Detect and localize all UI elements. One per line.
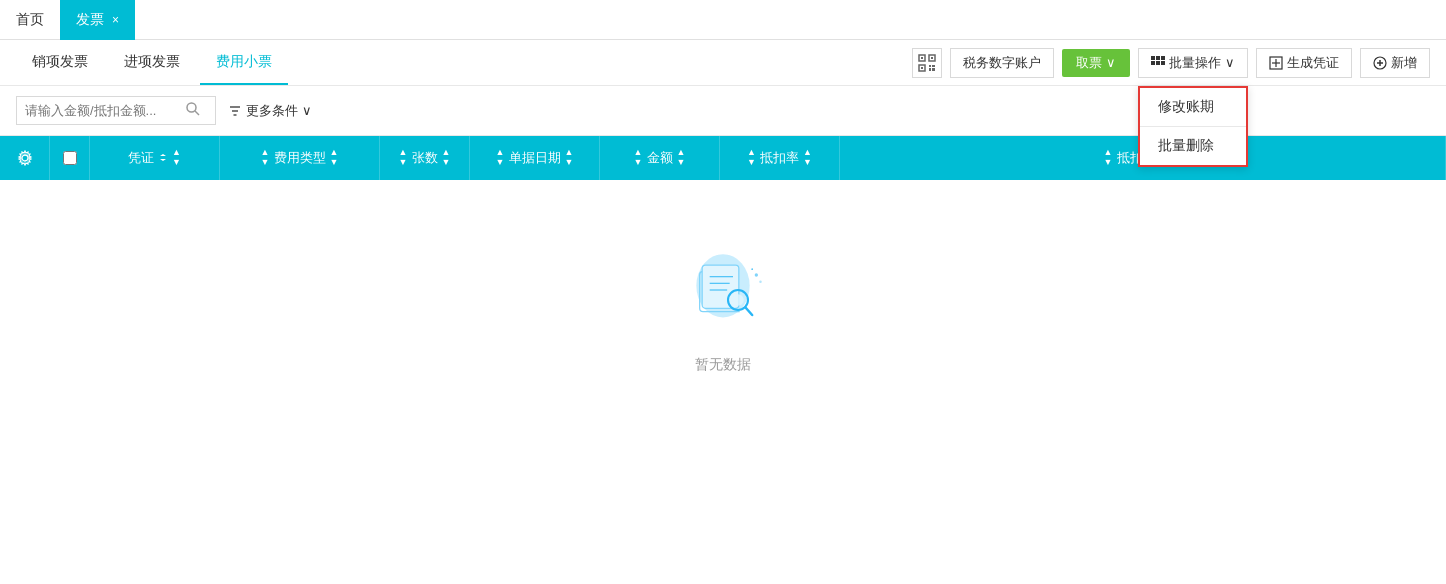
tax-account-button[interactable]: 税务数字账户 — [950, 48, 1054, 78]
svg-point-22 — [187, 103, 196, 112]
svg-rect-1 — [921, 57, 923, 59]
svg-rect-14 — [1156, 61, 1160, 65]
batch-operation-wrapper: 批量操作 ∨ 修改账期 批量删除 — [1138, 48, 1248, 78]
select-all-checkbox[interactable] — [63, 151, 77, 165]
settings-icon — [17, 150, 33, 166]
svg-point-40 — [751, 268, 753, 270]
deduct-rate-sort2[interactable]: ▲ ▼ — [803, 148, 812, 168]
th-date-label: 单据日期 — [509, 149, 561, 167]
svg-rect-5 — [921, 67, 923, 69]
add-button[interactable]: 新增 — [1360, 48, 1430, 78]
search-icon[interactable] — [185, 101, 201, 120]
tab-sales-invoice[interactable]: 销项发票 — [16, 40, 104, 85]
voucher-sort[interactable]: ▲ ▼ — [172, 148, 181, 168]
modify-period-item[interactable]: 修改账期 — [1140, 88, 1246, 126]
svg-rect-10 — [1151, 56, 1155, 60]
qr-icon — [918, 54, 936, 72]
add-icon — [1373, 56, 1387, 70]
svg-rect-15 — [1161, 61, 1165, 65]
th-voucher: 凭证 ▲ ▼ — [90, 136, 220, 180]
count-sort2[interactable]: ▲ ▼ — [442, 148, 451, 168]
svg-rect-7 — [932, 65, 935, 67]
th-deduct-rate: ▲ ▼ 抵扣率 ▲ ▼ — [720, 136, 840, 180]
fetch-ticket-button[interactable]: 取票 ∨ — [1062, 49, 1130, 77]
th-expense-type-label: 费用类型 — [274, 149, 326, 167]
th-expense-type: ▲ ▼ 费用类型 ▲ ▼ — [220, 136, 380, 180]
th-voucher-label: 凭证 — [128, 149, 154, 167]
svg-point-36 — [732, 294, 744, 306]
svg-rect-6 — [929, 65, 931, 67]
tab-expense-ticket[interactable]: 费用小票 — [200, 40, 288, 85]
sub-tabs-bar: 销项发票 进项发票 费用小票 — [0, 40, 1446, 86]
count-sort[interactable]: ▲ ▼ — [399, 148, 408, 168]
more-conditions-button[interactable]: 更多条件 ∨ — [228, 102, 312, 120]
empty-state-text: 暂无数据 — [695, 356, 751, 374]
add-label: 新增 — [1391, 54, 1417, 72]
batch-operation-button[interactable]: 批量操作 ∨ — [1138, 48, 1248, 78]
filter-icon — [228, 104, 242, 118]
search-input-wrap[interactable] — [16, 96, 216, 125]
batch-label: 批量操作 — [1169, 54, 1221, 72]
th-checkbox[interactable] — [50, 136, 90, 180]
svg-point-39 — [759, 280, 762, 283]
svg-point-38 — [755, 273, 758, 276]
generate-icon — [1269, 56, 1283, 70]
qr-code-button[interactable] — [912, 48, 942, 78]
svg-rect-8 — [929, 68, 931, 71]
home-tab[interactable]: 首页 — [0, 11, 60, 29]
fetch-label: 取票 — [1076, 54, 1102, 72]
svg-point-27 — [22, 155, 28, 161]
svg-rect-12 — [1161, 56, 1165, 60]
invoice-tab-label: 发票 — [76, 11, 104, 29]
tax-account-label: 税务数字账户 — [963, 54, 1041, 72]
th-amount-label: 金额 — [647, 149, 673, 167]
batch-icon — [1151, 56, 1165, 70]
th-amount: ▲ ▼ 金额 ▲ ▼ — [600, 136, 720, 180]
svg-rect-9 — [932, 68, 935, 71]
th-count-label: 张数 — [412, 149, 438, 167]
tab-input-invoice[interactable]: 进项发票 — [108, 40, 196, 85]
expense-type-sort[interactable]: ▲ ▼ — [261, 148, 270, 168]
expense-type-sort2[interactable]: ▲ ▼ — [330, 148, 339, 168]
invoice-tab[interactable]: 发票 × — [60, 0, 135, 40]
chevron-down-icon: ∨ — [302, 103, 312, 118]
date-sort[interactable]: ▲ ▼ — [496, 148, 505, 168]
svg-rect-3 — [931, 57, 933, 59]
generate-voucher-label: 生成凭证 — [1287, 54, 1339, 72]
fetch-arrow-icon: ∨ — [1106, 55, 1116, 70]
svg-rect-13 — [1151, 61, 1155, 65]
th-deduct-rate-label: 抵扣率 — [760, 149, 799, 167]
batch-delete-item[interactable]: 批量删除 — [1140, 127, 1246, 165]
empty-illustration — [673, 240, 773, 340]
batch-dropdown-menu: 修改账期 批量删除 — [1138, 86, 1248, 167]
batch-arrow-icon: ∨ — [1225, 55, 1235, 70]
svg-marker-28 — [160, 154, 166, 156]
sub-tabs-left: 销项发票 进项发票 费用小票 — [16, 40, 292, 85]
svg-line-37 — [746, 308, 753, 316]
deduct-rate-sort[interactable]: ▲ ▼ — [747, 148, 756, 168]
deduct-amount-sort[interactable]: ▲ ▼ — [1104, 148, 1113, 168]
amount-sort2[interactable]: ▲ ▼ — [677, 148, 686, 168]
search-input[interactable] — [25, 103, 185, 118]
generate-voucher-button[interactable]: 生成凭证 — [1256, 48, 1352, 78]
voucher-filter-icon[interactable] — [158, 153, 168, 163]
date-sort2[interactable]: ▲ ▼ — [565, 148, 574, 168]
main-content: 销项发票 进项发票 费用小票 — [0, 40, 1446, 584]
svg-marker-29 — [160, 159, 166, 161]
th-date: ▲ ▼ 单据日期 ▲ ▼ — [470, 136, 600, 180]
svg-rect-11 — [1156, 56, 1160, 60]
amount-sort[interactable]: ▲ ▼ — [634, 148, 643, 168]
svg-line-23 — [195, 111, 199, 115]
more-conditions-label: 更多条件 — [246, 102, 298, 120]
close-tab-icon[interactable]: × — [112, 13, 119, 27]
sub-tabs-right: 税务数字账户 取票 ∨ 批量操作 ∨ — [912, 48, 1430, 78]
empty-state: 暂无数据 — [0, 180, 1446, 434]
top-nav: 首页 发票 × — [0, 0, 1446, 40]
th-gear[interactable] — [0, 136, 50, 180]
th-count: ▲ ▼ 张数 ▲ ▼ — [380, 136, 470, 180]
